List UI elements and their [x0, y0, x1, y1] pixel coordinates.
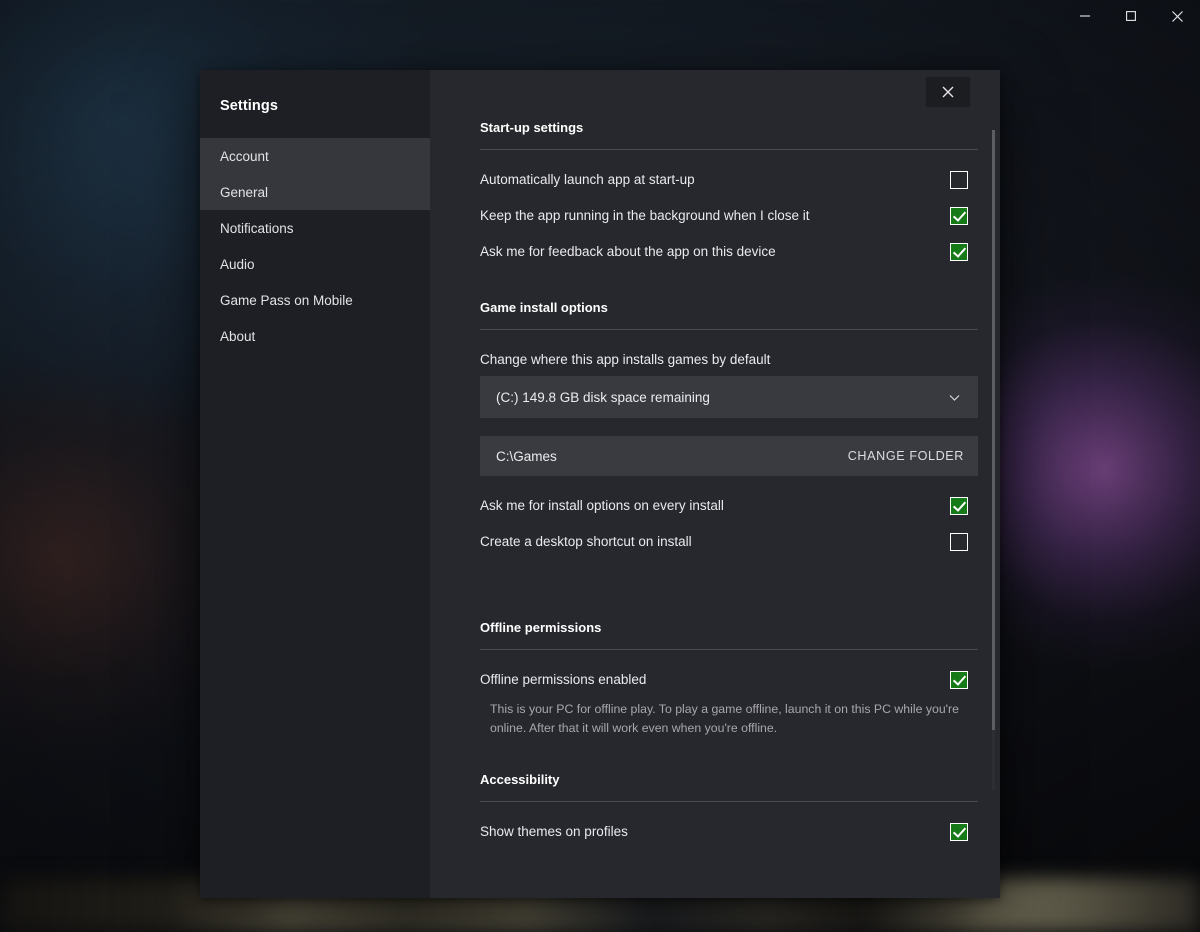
- drive-select-value: (C:) 149.8 GB disk space remaining: [496, 390, 710, 405]
- sidebar-item-game-pass-on-mobile[interactable]: Game Pass on Mobile: [200, 282, 430, 318]
- sidebar-item-account[interactable]: Account: [200, 138, 430, 174]
- install-location-label: Change where this app installs games by …: [480, 342, 978, 376]
- section-heading: Start-up settings: [480, 120, 978, 149]
- settings-sidebar: Settings Account General Notifications A…: [200, 70, 430, 898]
- setting-label: Show themes on profiles: [480, 823, 628, 841]
- settings-title: Settings: [200, 70, 430, 114]
- setting-label: Offline permissions enabled: [480, 671, 646, 689]
- setting-row-ask-install-options: Ask me for install options on every inst…: [480, 488, 978, 524]
- offline-permissions-description: This is your PC for offline play. To pla…: [480, 698, 978, 742]
- sidebar-item-label: Notifications: [220, 221, 294, 236]
- desktop-background: Settings Account General Notifications A…: [0, 0, 1200, 932]
- section-spacer: [480, 564, 978, 620]
- checkbox-desktop-shortcut[interactable]: [950, 533, 968, 551]
- setting-row-auto-launch: Automatically launch app at start-up: [480, 162, 978, 198]
- drive-select[interactable]: (C:) 149.8 GB disk space remaining: [480, 376, 978, 418]
- section-heading: Offline permissions: [480, 620, 978, 649]
- setting-row-offline-permissions-enabled: Offline permissions enabled: [480, 662, 978, 698]
- section-spacer: [480, 746, 978, 772]
- close-icon[interactable]: [1154, 0, 1200, 32]
- section-divider: [480, 801, 978, 802]
- setting-row-ask-feedback: Ask me for feedback about the app on thi…: [480, 234, 978, 270]
- section-heading: Game install options: [480, 300, 978, 329]
- settings-content-panel: Start-up settings Automatically launch a…: [430, 70, 1000, 898]
- install-folder-path: C:\Games: [496, 449, 557, 464]
- sidebar-item-audio[interactable]: Audio: [200, 246, 430, 282]
- checkbox-keep-running-background[interactable]: [950, 207, 968, 225]
- setting-label: Ask me for feedback about the app on thi…: [480, 243, 776, 261]
- section-divider: [480, 149, 978, 150]
- settings-dialog: Settings Account General Notifications A…: [200, 70, 1000, 898]
- checkbox-show-themes-on-profiles[interactable]: [950, 823, 968, 841]
- checkbox-auto-launch[interactable]: [950, 171, 968, 189]
- checkbox-ask-install-options[interactable]: [950, 497, 968, 515]
- section-divider: [480, 329, 978, 330]
- section-offline-permissions: Offline permissions Offline permissions …: [480, 620, 978, 742]
- settings-nav: Account General Notifications Audio Game…: [200, 138, 430, 354]
- sidebar-item-notifications[interactable]: Notifications: [200, 210, 430, 246]
- section-game-install-options: Game install options Change where this a…: [480, 300, 978, 560]
- setting-row-desktop-shortcut: Create a desktop shortcut on install: [480, 524, 978, 560]
- sidebar-item-label: Game Pass on Mobile: [220, 293, 353, 308]
- sidebar-item-label: About: [220, 329, 255, 344]
- section-divider: [480, 649, 978, 650]
- settings-scroll-area: Start-up settings Automatically launch a…: [430, 70, 1000, 898]
- dialog-close-icon[interactable]: [926, 77, 970, 107]
- maximize-icon[interactable]: [1108, 0, 1154, 32]
- content-scrollbar[interactable]: [992, 130, 995, 790]
- setting-label: Automatically launch app at start-up: [480, 171, 695, 189]
- chevron-down-icon: [947, 390, 962, 405]
- sidebar-item-label: Audio: [220, 257, 255, 272]
- sidebar-item-label: General: [220, 185, 268, 200]
- sidebar-item-about[interactable]: About: [200, 318, 430, 354]
- setting-row-show-themes-on-profiles: Show themes on profiles: [480, 814, 978, 850]
- section-heading: Accessibility: [480, 772, 978, 801]
- setting-label: Keep the app running in the background w…: [480, 207, 809, 225]
- window-titlebar: [0, 0, 1200, 32]
- scrollbar-thumb[interactable]: [992, 130, 995, 730]
- setting-row-keep-running-background: Keep the app running in the background w…: [480, 198, 978, 234]
- section-startup-settings: Start-up settings Automatically launch a…: [480, 120, 978, 270]
- change-folder-button[interactable]: CHANGE FOLDER: [848, 449, 964, 463]
- setting-label: Create a desktop shortcut on install: [480, 533, 692, 551]
- checkbox-offline-permissions-enabled[interactable]: [950, 671, 968, 689]
- section-spacer: [480, 274, 978, 300]
- minimize-icon[interactable]: [1062, 0, 1108, 32]
- setting-label: Ask me for install options on every inst…: [480, 497, 724, 515]
- sidebar-item-general[interactable]: General: [200, 174, 430, 210]
- checkbox-ask-feedback[interactable]: [950, 243, 968, 261]
- section-accessibility: Accessibility Show themes on profiles: [480, 772, 978, 850]
- install-folder-bar: C:\Games CHANGE FOLDER: [480, 436, 978, 476]
- sidebar-item-label: Account: [220, 149, 269, 164]
